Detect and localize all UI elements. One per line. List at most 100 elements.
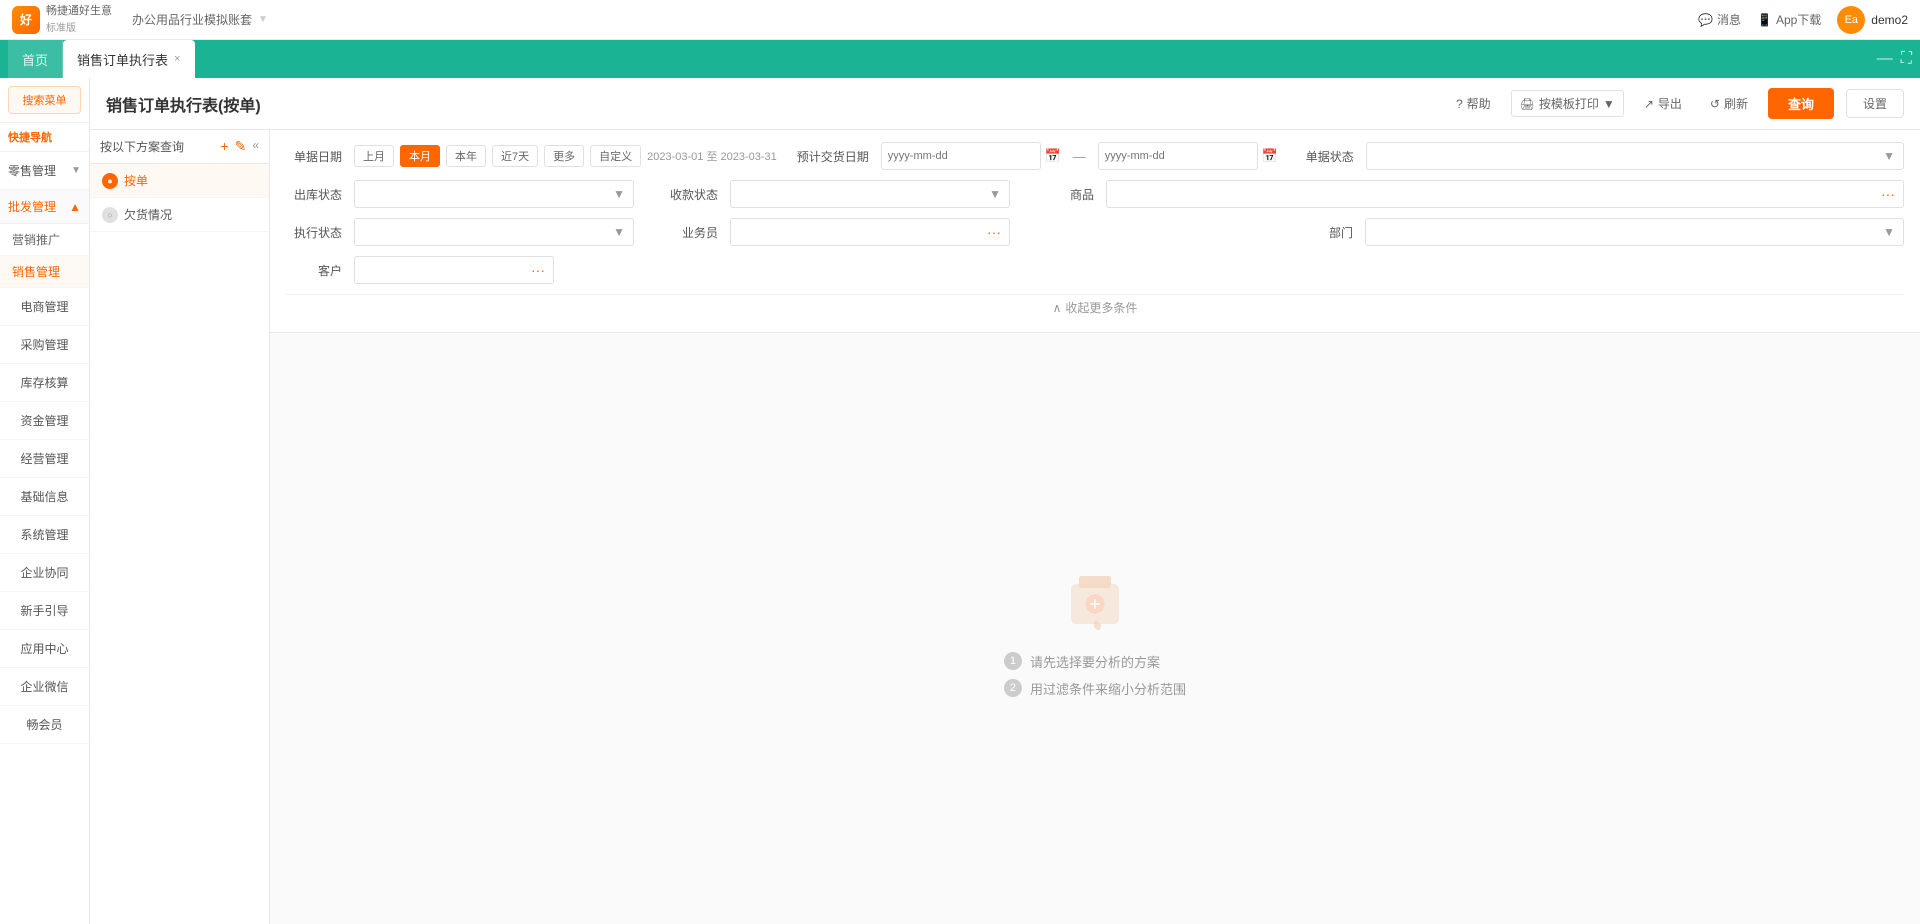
refresh-button[interactable]: ↺ 刷新	[1702, 91, 1756, 116]
breadcrumb-chevron-icon[interactable]: ▼	[258, 14, 268, 25]
calendar-end-icon[interactable]: 📅	[1262, 148, 1278, 164]
sidebar-item-member[interactable]: 畅会员	[0, 706, 89, 744]
sidebar-item-newbie[interactable]: 新手引导	[0, 592, 89, 630]
expected-delivery-start-input[interactable]	[881, 142, 1041, 170]
date-range-text: 2023-03-01 至 2023-03-31	[647, 148, 777, 164]
sidebar-item-basic-info-label: 基础信息	[20, 488, 68, 505]
print-arrow-icon: ▼	[1603, 97, 1615, 111]
customer-label: 客户	[286, 262, 342, 279]
help-icon: ?	[1456, 97, 1463, 111]
hint-num-2: 2	[1004, 679, 1022, 697]
sidebar-item-enterprise-wechat[interactable]: 企业微信	[0, 668, 89, 706]
logo-text-area: 畅捷通好生意 标准版	[46, 5, 112, 33]
scheme-icon-qianhuo: ○	[102, 207, 118, 223]
sidebar-sub-marketing[interactable]: 营销推广	[0, 224, 89, 256]
filter-area: 单据日期 上月 本月 本年 近7天 更多 自定义 2023-03-01 至 20…	[270, 130, 1920, 333]
add-scheme-icon[interactable]: +	[220, 138, 228, 155]
sidebar-item-operations[interactable]: 经营管理	[0, 440, 89, 478]
customer-dots-icon[interactable]: ···	[531, 262, 545, 278]
date-current-year-btn[interactable]: 本年	[446, 145, 486, 167]
message-button[interactable]: 💬 消息	[1698, 11, 1741, 28]
department-select[interactable]: ▼	[1365, 218, 1904, 246]
collection-status-select[interactable]: ▼	[730, 180, 1010, 208]
scheme-icon-bandan: ●	[102, 173, 118, 189]
print-button[interactable]: 🖨 按模板打印 ▼	[1511, 90, 1624, 117]
print-label: 按模板打印	[1539, 95, 1599, 112]
sidebar-item-retail-label: 零售管理	[8, 162, 56, 179]
sidebar-item-wholesale[interactable]: 批发管理 ▲	[0, 190, 89, 224]
top-bar-right: 💬 消息 📱 App下载 Ea demo2	[1698, 6, 1908, 34]
filter-row-4: 客户 ···	[286, 256, 1904, 284]
scheme-label-bandan: 按单	[124, 172, 148, 189]
wholesale-arrow-icon: ▲	[69, 200, 81, 214]
execution-status-arrow-icon: ▼	[613, 225, 625, 239]
order-status-select[interactable]: ▼	[1366, 142, 1904, 170]
settings-button[interactable]: 设置	[1846, 89, 1904, 118]
scheme-item-bandan[interactable]: ● 按单	[90, 164, 269, 198]
app-download-button[interactable]: 📱 App下载	[1757, 11, 1821, 28]
tab-maximize-icon[interactable]: ⛶	[1901, 50, 1912, 68]
export-button[interactable]: ↗ 导出	[1636, 91, 1690, 116]
sidebar-item-inventory-label: 库存核算	[20, 374, 68, 391]
scheme-icon-dot2: ○	[107, 210, 112, 220]
collection-status-arrow-icon: ▼	[989, 187, 1001, 201]
header-actions: ? 帮助 🖨 按模板打印 ▼ ↗ 导出 ↺ 刷新 查询 设置	[1448, 88, 1904, 119]
collapse-filter-button[interactable]: ∧ 收起更多条件	[286, 294, 1904, 320]
tab-sales-order-exec[interactable]: 销售订单执行表 ×	[63, 40, 195, 78]
date-current-month-btn[interactable]: 本月	[400, 145, 440, 167]
date-custom-btn[interactable]: 自定义	[590, 145, 641, 167]
query-button[interactable]: 查询	[1768, 88, 1834, 119]
tab-close-icon[interactable]: ×	[174, 53, 180, 65]
sidebar-item-system-label: 系统管理	[20, 526, 68, 543]
sidebar-sub-sales[interactable]: 销售管理	[0, 256, 89, 288]
execution-status-select[interactable]: ▼	[354, 218, 634, 246]
user-name: demo2	[1871, 13, 1908, 27]
sidebar-item-enterprise[interactable]: 企业协同	[0, 554, 89, 592]
sidebar-item-ecommerce[interactable]: 电商管理	[0, 288, 89, 326]
app-download-icon: 📱	[1757, 13, 1772, 27]
date-last7-btn[interactable]: 近7天	[492, 145, 538, 167]
left-panel: 按以下方案查询 + ✎ « ● 按单 ○	[90, 130, 270, 924]
sidebar-item-finance[interactable]: 资金管理	[0, 402, 89, 440]
scheme-label-qianhuo: 欠货情况	[124, 206, 172, 223]
calendar-start-icon[interactable]: 📅	[1045, 148, 1061, 164]
edit-scheme-icon[interactable]: ✎	[235, 138, 247, 155]
shipment-status-select[interactable]: ▼	[354, 180, 634, 208]
help-button[interactable]: ? 帮助	[1448, 91, 1499, 116]
sidebar-search-area: 搜索菜单	[0, 78, 89, 123]
sidebar-item-purchase[interactable]: 采购管理	[0, 326, 89, 364]
collapse-filter-label: 收起更多条件	[1065, 299, 1137, 316]
sidebar-item-member-label: 畅会员	[26, 716, 62, 733]
empty-state: 1 请先选择要分析的方案 2 用过滤条件来缩小分析范围	[270, 333, 1920, 924]
department-input-area: ▼	[1365, 218, 1904, 246]
breadcrumb-text: 办公用品行业模拟账套	[132, 11, 252, 28]
sidebar-item-retail[interactable]: 零售管理 ▼	[0, 152, 89, 190]
salesperson-select[interactable]: ···	[730, 218, 1010, 246]
empty-hint-1-text: 请先选择要分析的方案	[1030, 652, 1160, 671]
collection-status-label: 收款状态	[662, 186, 718, 203]
sidebar-item-basic-info[interactable]: 基础信息	[0, 478, 89, 516]
collapse-panel-icon[interactable]: «	[252, 138, 259, 155]
search-menu-button[interactable]: 搜索菜单	[8, 86, 81, 114]
page-header: 销售订单执行表(按单) ? 帮助 🖨 按模板打印 ▼ ↗ 导出 ↺ 刷新	[90, 78, 1920, 130]
tab-home[interactable]: 首页	[8, 40, 63, 78]
sidebar-item-app-center[interactable]: 应用中心	[0, 630, 89, 668]
empty-hint-2: 2 用过滤条件来缩小分析范围	[1004, 679, 1186, 698]
salesperson-dots-icon[interactable]: ···	[987, 224, 1001, 240]
product-select[interactable]: ···	[1106, 180, 1904, 208]
product-dots-icon[interactable]: ···	[1881, 186, 1895, 202]
empty-hint-1: 1 请先选择要分析的方案	[1004, 652, 1186, 671]
sidebar-nav-title: 快捷导航	[0, 123, 89, 152]
date-prev-month-btn[interactable]: 上月	[354, 145, 394, 167]
expected-delivery-end-wrap: 📅	[1098, 142, 1278, 170]
sidebar-item-newbie-label: 新手引导	[20, 602, 68, 619]
scheme-item-qianhuo[interactable]: ○ 欠货情况	[90, 198, 269, 232]
expected-delivery-end-input[interactable]	[1098, 142, 1258, 170]
tab-minimize-icon[interactable]: —	[1877, 50, 1893, 68]
date-more-btn[interactable]: 更多	[544, 145, 584, 167]
user-area[interactable]: Ea demo2	[1837, 6, 1908, 34]
sidebar-item-inventory[interactable]: 库存核算	[0, 364, 89, 402]
sidebar-item-system[interactable]: 系统管理	[0, 516, 89, 554]
tab-bar: 首页 销售订单执行表 × — ⛶	[0, 40, 1920, 78]
customer-select[interactable]: ···	[354, 256, 554, 284]
